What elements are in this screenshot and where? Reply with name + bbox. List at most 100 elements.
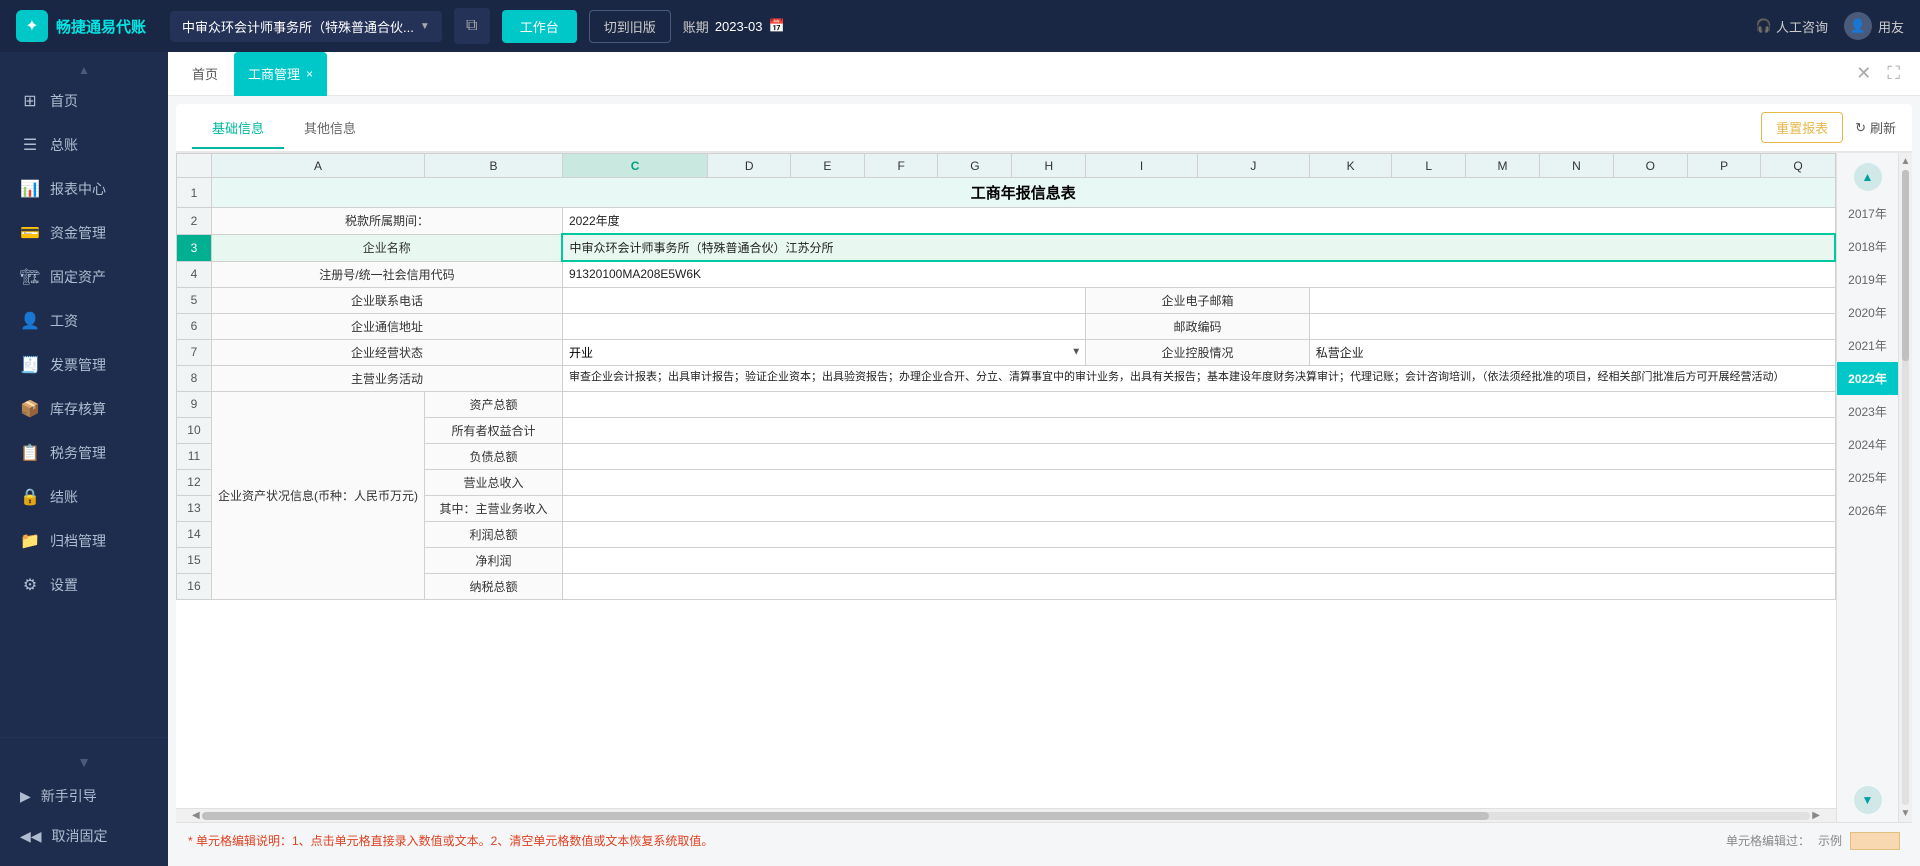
year-item-2019[interactable]: 2019年	[1837, 263, 1898, 296]
year-item-2017[interactable]: 2017年	[1837, 197, 1898, 230]
row-num-5: 5	[177, 287, 212, 313]
v-scrollbar-thumb	[1902, 170, 1909, 361]
tab-home[interactable]: 首页	[184, 64, 226, 83]
cell-bizstatus-value[interactable]: 开业 ▼	[562, 339, 1085, 365]
cell-mainbiz-value[interactable]: 审查企业会计报表；出具审计报告；验证企业资本；出具验资报告；办理企业合开、分立、…	[562, 365, 1835, 391]
v-scrollbar-track[interactable]	[1902, 170, 1909, 805]
bottom-hint: * 单元格编辑说明：1、点击单元格直接录入数值或文本。2、清空单元格数值或文本恢…	[188, 832, 713, 849]
cell-period-value[interactable]: 2022年度	[562, 208, 1835, 235]
workbench-button[interactable]: 工作台	[502, 10, 577, 43]
sidebar-label-unpin: 取消固定	[52, 826, 108, 846]
sidebar-item-settings[interactable]: ⚙ 设置	[0, 563, 168, 607]
inventory-icon: 📦	[20, 399, 40, 419]
refresh-button[interactable]: ↻ 刷新	[1855, 118, 1896, 137]
sidebar-item-unpin[interactable]: ◀◀ 取消固定	[0, 816, 168, 856]
v-scroll-up-icon[interactable]: ▲	[1899, 153, 1912, 170]
year-item-2023[interactable]: 2023年	[1837, 395, 1898, 428]
sidebar-item-reports[interactable]: 📊 报表中心	[0, 167, 168, 211]
cell-bizstatus-label: 企业经营状态	[211, 339, 562, 365]
cell-netprofit-value[interactable]	[562, 547, 1835, 573]
cell-mainrev-label: 其中：主营业务收入	[424, 495, 562, 521]
cell-addr-value[interactable]	[562, 313, 1085, 339]
assets-icon: 🏗	[20, 267, 40, 287]
table-row: 5 企业联系电话 企业电子邮箱	[177, 287, 1836, 313]
year-item-2021[interactable]: 2021年	[1837, 329, 1898, 362]
tab-close-button[interactable]: ×	[306, 67, 313, 81]
cell-mainrev-value[interactable]	[562, 495, 1835, 521]
tab-close-icon[interactable]: ✕	[1852, 59, 1875, 88]
sidebar-item-home[interactable]: ⊞ 首页	[0, 79, 168, 123]
year-item-2022[interactable]: 2022年	[1837, 362, 1898, 395]
sidebar-item-tax[interactable]: 📋 税务管理	[0, 431, 168, 475]
reset-report-button[interactable]: 重置报表	[1761, 112, 1843, 143]
cell-holding-value[interactable]: 私营企业	[1309, 339, 1835, 365]
v-scroll-down-icon[interactable]: ▼	[1899, 805, 1912, 822]
tab-bar: 首页 工商管理 × ✕ ⛶	[168, 52, 1920, 96]
cell-tax-value[interactable]	[562, 573, 1835, 599]
sidebar-label-salary: 工资	[50, 311, 78, 331]
row-num-16: 16	[177, 573, 212, 599]
cell-phone-label: 企业联系电话	[211, 287, 562, 313]
year-item-2026[interactable]: 2026年	[1837, 494, 1898, 527]
col-header-c: C	[562, 154, 707, 178]
sidebar-item-assets[interactable]: 🏗 固定资产	[0, 255, 168, 299]
row-num-3: 3	[177, 234, 212, 261]
col-header-o: O	[1613, 154, 1687, 178]
sidebar-item-guide[interactable]: ▶ 新手引导	[0, 776, 168, 816]
sidebar-item-close[interactable]: 🔒 结账	[0, 475, 168, 519]
year-item-2018[interactable]: 2018年	[1837, 230, 1898, 263]
h-scrollbar[interactable]: ◀ ▶	[176, 808, 1836, 822]
sidebar-scroll: ▲ ⊞ 首页 ☰ 总账 📊 报表中心 💳 资金管理 🏗 固定资产	[0, 52, 168, 737]
sidebar-scroll-up[interactable]: ▲	[76, 61, 92, 79]
tab-active-industrial[interactable]: 工商管理 ×	[234, 52, 327, 96]
cell-company-value[interactable]: 中审众环会计师事务所（特殊普通合伙）江苏分所	[562, 234, 1835, 261]
sidebar-item-invoice[interactable]: 🧾 发票管理	[0, 343, 168, 387]
cell-profit-value[interactable]	[562, 521, 1835, 547]
sidebar-scroll-down[interactable]: ▼	[75, 752, 93, 772]
table-row: 7 企业经营状态 开业 ▼ 企业控股情况 私营企业	[177, 339, 1836, 365]
tab-other-info[interactable]: 其他信息	[284, 108, 376, 149]
cell-regcode-value[interactable]: 91320100MA208E5W6K	[562, 261, 1835, 287]
consult-button[interactable]: 🎧 人工咨询	[1756, 17, 1828, 36]
cell-phone-value[interactable]	[562, 287, 1085, 313]
year-nav-up[interactable]: ▲	[1854, 163, 1882, 191]
sidebar-item-inventory[interactable]: 📦 库存核算	[0, 387, 168, 431]
spreadsheet-scroll-area[interactable]: A B C D E F G H I J	[176, 153, 1836, 808]
tab-expand-icon[interactable]: ⛶	[1883, 59, 1904, 88]
calendar-icon[interactable]: 📅	[769, 18, 785, 34]
copy-button[interactable]: ⧉	[454, 8, 490, 44]
h-scroll-right-icon[interactable]: ▶	[1810, 810, 1822, 821]
sidebar-item-salary[interactable]: 👤 工资	[0, 299, 168, 343]
v-scrollbar[interactable]: ▲ ▼	[1898, 153, 1912, 822]
cell-assets-value[interactable]	[562, 391, 1835, 417]
sidebar-item-finance[interactable]: 💳 资金管理	[0, 211, 168, 255]
cell-postal-value[interactable]	[1309, 313, 1835, 339]
cell-equity-value[interactable]	[562, 417, 1835, 443]
col-header-a: A	[211, 154, 424, 178]
h-scrollbar-track[interactable]	[202, 812, 1811, 820]
company-selector[interactable]: 中审众环会计师事务所（特殊普通合伙... ▼	[170, 11, 442, 42]
sidebar-item-archive[interactable]: 📁 归档管理	[0, 519, 168, 563]
h-scrollbar-thumb	[202, 812, 1489, 820]
year-item-2025[interactable]: 2025年	[1837, 461, 1898, 494]
sidebar-item-ledger[interactable]: ☰ 总账	[0, 123, 168, 167]
user-area[interactable]: 👤 用友	[1844, 12, 1904, 40]
cell-title[interactable]: 工商年报信息表	[211, 178, 1835, 208]
tab-active-label: 工商管理	[248, 64, 300, 83]
tab-basic-info[interactable]: 基础信息	[192, 108, 284, 149]
cell-revenue-value[interactable]	[562, 469, 1835, 495]
row-num-9: 9	[177, 391, 212, 417]
cell-email-value[interactable]	[1309, 287, 1835, 313]
cell-email-label: 企业电子邮箱	[1086, 287, 1310, 313]
logo-area: ✦ 畅捷通易代账	[16, 10, 146, 42]
cell-liab-value[interactable]	[562, 443, 1835, 469]
sidebar-label-invoice: 发票管理	[50, 355, 106, 375]
h-scroll-left-icon[interactable]: ◀	[190, 810, 202, 821]
year-nav-down[interactable]: ▼	[1854, 786, 1882, 814]
year-item-2020[interactable]: 2020年	[1837, 296, 1898, 329]
old-version-button[interactable]: 切到旧版	[589, 10, 671, 43]
year-item-2024[interactable]: 2024年	[1837, 428, 1898, 461]
cell-revenue-label: 营业总收入	[424, 469, 562, 495]
col-header-f: F	[864, 154, 938, 178]
cell-edit-label: 单元格编辑过：	[1726, 832, 1810, 849]
